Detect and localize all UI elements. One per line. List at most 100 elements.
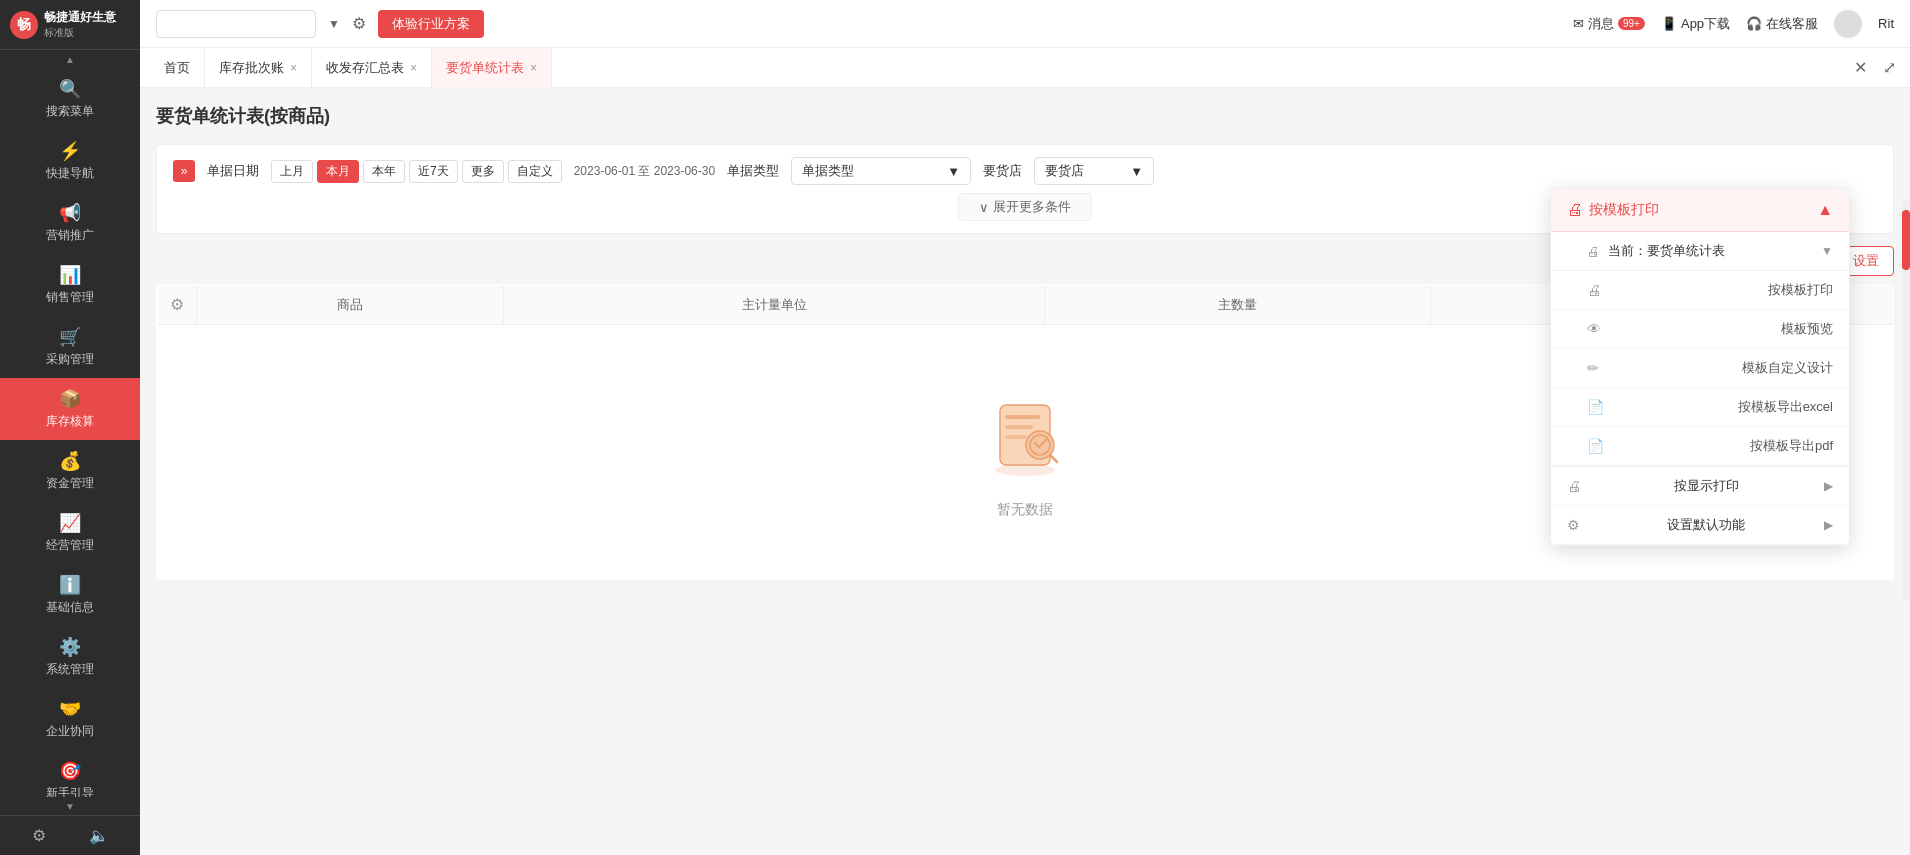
search-input[interactable] [156, 10, 316, 38]
date-custom-button[interactable]: 自定义 [508, 160, 562, 183]
tabs-bar: 首页 库存批次账 × 收发存汇总表 × 要货单统计表 × ✕ ⤢ [140, 48, 1910, 88]
empty-state-illustration [975, 385, 1075, 485]
tab-order-stats-close[interactable]: × [530, 61, 537, 75]
volume-icon[interactable]: 🔈 [89, 826, 109, 845]
sidebar-item-guide[interactable]: 🎯 新手引导 [0, 750, 140, 797]
online-service-button[interactable]: 🎧 在线客服 [1746, 15, 1818, 33]
sidebar-item-basic[interactable]: ℹ️ 基础信息 [0, 564, 140, 626]
print-dropdown-title-area: 🖨 按模板打印 [1567, 201, 1659, 219]
tab-revenue-close[interactable]: × [410, 61, 417, 75]
date-more-button[interactable]: 更多 [462, 160, 504, 183]
template-preview-label: 模板预览 [1781, 320, 1833, 338]
sidebar-item-label-finance: 资金管理 [46, 475, 94, 492]
type-select-arrow: ▼ [947, 164, 960, 179]
dropdown-template-export-excel[interactable]: 📄 按模板导出excel [1551, 388, 1849, 427]
template-export-pdf-label: 按模板导出pdf [1750, 437, 1833, 455]
dropdown-template-design[interactable]: ✏ 模板自定义设计 [1551, 349, 1849, 388]
sidebar-item-finance[interactable]: 💰 资金管理 [0, 440, 140, 502]
expand-more-button[interactable]: ∨ 展开更多条件 [958, 193, 1092, 221]
yaohuodian-label: 要货店 [983, 162, 1022, 180]
sidebar-item-search[interactable]: 🔍 搜索菜单 [0, 68, 140, 130]
sidebar-scroll-up[interactable]: ▲ [0, 50, 140, 68]
scrollbar-thumb[interactable] [1902, 210, 1910, 270]
default-fn-arrow: ▶ [1824, 518, 1833, 532]
svg-point-0 [995, 464, 1055, 476]
app-icon: 📱 [1661, 16, 1677, 31]
sidebar-bottom: ⚙ 🔈 [0, 815, 140, 855]
quicknav-icon: ⚡ [59, 140, 81, 162]
date-current-year-button[interactable]: 本年 [363, 160, 405, 183]
table-settings-icon[interactable]: ⚙ [170, 296, 184, 313]
date-current-month-button[interactable]: 本月 [317, 160, 359, 183]
filter-collapse-button[interactable]: » [173, 160, 195, 182]
display-print-label: 按显示打印 [1674, 477, 1739, 495]
tab-order-stats-label: 要货单统计表 [446, 59, 524, 77]
dropdown-template-print[interactable]: 🖨 按模板打印 [1551, 271, 1849, 310]
sidebar-item-label-operation: 经营管理 [46, 537, 94, 554]
search-dropdown-button[interactable]: ▼ [328, 17, 340, 31]
content-area: 要货单统计表(按商品) » 单据日期 上月 本月 本年 近7天 更多 自定义 2… [140, 88, 1910, 855]
dropdown-display-print[interactable]: 🖨 按显示打印 ▶ [1551, 467, 1849, 506]
scrollbar-track [1902, 200, 1910, 600]
sidebar-item-marketing[interactable]: 📢 营销推广 [0, 192, 140, 254]
template-design-label: 模板自定义设计 [1742, 359, 1833, 377]
tab-revenue[interactable]: 收发存汇总表 × [312, 48, 432, 88]
topbar-settings-icon[interactable]: ⚙ [352, 14, 366, 33]
finance-icon: 💰 [59, 450, 81, 472]
sidebar-item-sales[interactable]: 📊 销售管理 [0, 254, 140, 316]
trial-button[interactable]: 体验行业方案 [378, 10, 484, 38]
sidebar-item-purchase[interactable]: 🛒 采购管理 [0, 316, 140, 378]
tabs-right-controls: ✕ ⤢ [1850, 54, 1900, 81]
current-template-arrow: ▼ [1821, 244, 1833, 258]
date-prev-month-button[interactable]: 上月 [271, 160, 313, 183]
yaohuodian-select[interactable]: 要货店 ▼ [1034, 157, 1154, 185]
guide-icon: 🎯 [59, 760, 81, 782]
tab-batch-close[interactable]: × [290, 61, 297, 75]
tab-expand-button[interactable]: ⤢ [1879, 54, 1900, 81]
settings-icon[interactable]: ⚙ [32, 826, 46, 845]
sidebar-item-quicknav[interactable]: ⚡ 快捷导航 [0, 130, 140, 192]
tab-order-stats[interactable]: 要货单统计表 × [432, 48, 552, 88]
sidebar-item-operation[interactable]: 📈 经营管理 [0, 502, 140, 564]
dropdown-template-export-pdf[interactable]: 📄 按模板导出pdf [1551, 427, 1849, 466]
message-button[interactable]: ✉ 消息 99+ [1573, 15, 1645, 33]
sidebar-scroll-down[interactable]: ▼ [0, 797, 140, 815]
template-print-icon: 🖨 [1587, 282, 1601, 298]
print-dropdown-title: 按模板打印 [1589, 201, 1659, 219]
tab-close-all-button[interactable]: ✕ [1850, 54, 1871, 81]
dropdown-default-fn[interactable]: ⚙ 设置默认功能 ▶ [1551, 506, 1849, 545]
logo-text: 畅捷通好生意 标准版 [44, 9, 116, 40]
operation-icon: 📈 [59, 512, 81, 534]
inventory-icon: 📦 [59, 388, 81, 410]
empty-state-text: 暂无数据 [997, 501, 1053, 519]
print-dropdown-current-item[interactable]: 🖨 当前：要货单统计表 ▼ [1551, 232, 1849, 271]
expand-more-label: 展开更多条件 [993, 198, 1071, 216]
app-download-button[interactable]: 📱 App下载 [1661, 15, 1730, 33]
sidebar-item-collab[interactable]: 🤝 企业协同 [0, 688, 140, 750]
tab-home-label: 首页 [164, 59, 190, 77]
sidebar-item-label-collab: 企业协同 [46, 723, 94, 740]
avatar[interactable] [1834, 10, 1862, 38]
print-dropdown: 🖨 按模板打印 ▲ 🖨 当前：要货单统计表 ▼ 🖨 按模板打印 👁 模板预览 [1550, 188, 1850, 546]
svg-line-8 [1050, 455, 1057, 462]
purchase-icon: 🛒 [59, 326, 81, 348]
sidebar-item-label-purchase: 采购管理 [46, 351, 94, 368]
sidebar-item-system[interactable]: ⚙️ 系统管理 [0, 626, 140, 688]
tab-home[interactable]: 首页 [150, 48, 205, 88]
date-7days-button[interactable]: 近7天 [409, 160, 458, 183]
sidebar-item-label-system: 系统管理 [46, 661, 94, 678]
sidebar-item-inventory[interactable]: 📦 库存核算 [0, 378, 140, 440]
print-dropdown-close-button[interactable]: ▲ [1817, 201, 1833, 219]
filter-row-main: » 单据日期 上月 本月 本年 近7天 更多 自定义 2023-06-01 至 … [173, 157, 1877, 185]
default-fn-label: 设置默认功能 [1667, 516, 1745, 534]
col-settings: ⚙ [157, 285, 197, 325]
topbar: ▼ ⚙ 体验行业方案 ✉ 消息 99+ 📱 App下载 🎧 在线客服 Rit [140, 0, 1910, 48]
type-select[interactable]: 单据类型 ▼ [791, 157, 971, 185]
username-label[interactable]: Rit [1878, 16, 1894, 31]
current-template-label: 当前：要货单统计表 [1608, 242, 1725, 260]
sidebar-logo: 畅 畅捷通好生意 标准版 [0, 0, 140, 50]
sidebar: 畅 畅捷通好生意 标准版 ▲ 🔍 搜索菜单 ⚡ 快捷导航 📢 营销推广 📊 销售… [0, 0, 140, 855]
dropdown-template-preview[interactable]: 👁 模板预览 [1551, 310, 1849, 349]
collab-icon: 🤝 [59, 698, 81, 720]
tab-batch[interactable]: 库存批次账 × [205, 48, 312, 88]
